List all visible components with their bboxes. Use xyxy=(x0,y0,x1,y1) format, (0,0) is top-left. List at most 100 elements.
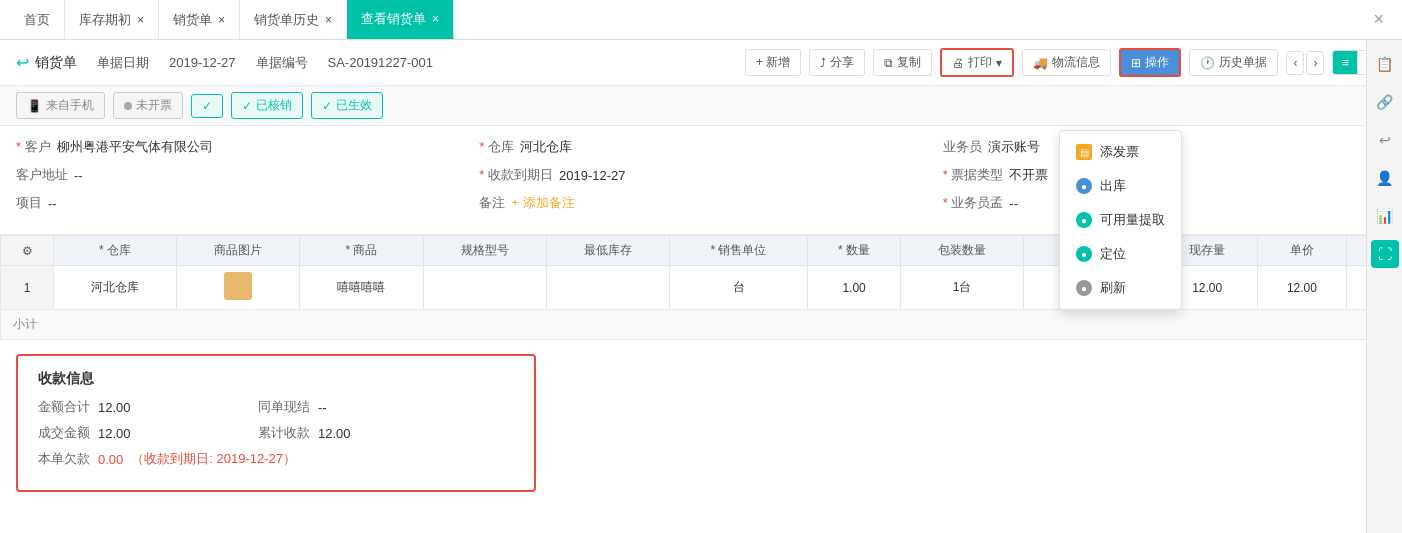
tab-inventory-init[interactable]: 库存期初 × xyxy=(65,0,159,39)
row-image xyxy=(177,266,300,310)
tab-sales-order[interactable]: 销货单 × xyxy=(159,0,240,39)
grid-icon: ⊞ xyxy=(1131,56,1141,70)
col-pkg-qty: 包装数量 xyxy=(901,236,1024,266)
prev-button[interactable]: ‹ xyxy=(1286,51,1304,75)
transaction-item: 成交金额 12.00 xyxy=(38,424,218,442)
subtotal-label: 小计 xyxy=(1,310,1402,340)
doc-title: ↩ 销货单 xyxy=(16,53,77,72)
product-image xyxy=(224,272,252,300)
view-list-button[interactable]: ≡ xyxy=(1333,51,1358,74)
sales-order-icon: ↩ xyxy=(16,53,29,72)
row-price: 12.00 xyxy=(1257,266,1346,310)
doc-title-text: 销货单 xyxy=(35,54,77,72)
outbound-icon: ● xyxy=(1076,178,1092,194)
dropdown-refresh[interactable]: ● 刷新 xyxy=(1060,271,1181,305)
data-table: ⚙ * 仓库 商品图片 * 商品 规格型号 最低库存 * 销售单位 * 数量 包… xyxy=(0,235,1402,340)
phone-icon: 📱 xyxy=(27,99,42,113)
main-content: ↩ 销货单 单据日期 2019-12-27 单据编号 SA-20191227-0… xyxy=(0,40,1402,533)
sidebar-icon-5[interactable]: 📊 xyxy=(1371,202,1399,230)
tab-home[interactable]: 首页 xyxy=(10,0,65,39)
new-button[interactable]: + 新增 xyxy=(745,49,801,76)
customer-value: 柳州粤港平安气体有限公司 xyxy=(57,138,213,156)
sidebar-icon-2[interactable]: 🔗 xyxy=(1371,88,1399,116)
col-image: 商品图片 xyxy=(177,236,300,266)
print-button[interactable]: 🖨 打印 ▾ xyxy=(940,48,1014,77)
operations-dropdown: ▤ 添发票 ● 出库 ● 可用量提取 ● 定位 ● 刷新 xyxy=(1059,130,1182,310)
row-unit: 台 xyxy=(669,266,807,310)
sidebar-icon-3[interactable]: ↩ xyxy=(1371,126,1399,154)
summary-box: 收款信息 金额合计 12.00 同单现结 -- 成交金额 12.00 累计收款 xyxy=(16,354,536,492)
checked-button[interactable]: ✓ xyxy=(191,94,223,118)
row-product: 嘻嘻嘻嘻 xyxy=(300,266,423,310)
tab-close-view[interactable]: × xyxy=(432,12,439,26)
history-button[interactable]: 🕐 历史单据 xyxy=(1189,49,1278,76)
cumulative-value: 12.00 xyxy=(318,426,351,441)
not-opened-button[interactable]: 未开票 xyxy=(113,92,183,119)
tab-close-inventory[interactable]: × xyxy=(137,13,144,27)
note-label: 备注 xyxy=(479,194,505,212)
row-warehouse: 河北仓库 xyxy=(54,266,177,310)
row-qty: 1.00 xyxy=(808,266,901,310)
salesperson2-label: 业务员孟 xyxy=(943,194,1004,212)
same-order-label: 同单现结 xyxy=(258,398,310,416)
next-button[interactable]: › xyxy=(1306,51,1324,75)
note-field: 备注 添加备注 xyxy=(479,194,922,212)
salesperson-value: 演示账号 xyxy=(988,138,1040,156)
address-field: 客户地址 -- xyxy=(16,166,459,184)
warehouse-label: 仓库 xyxy=(479,138,514,156)
share-button[interactable]: ⤴ 分享 xyxy=(809,49,865,76)
sidebar-icon-expand[interactable]: ⛶ xyxy=(1371,240,1399,268)
number-label: 单据编号 xyxy=(256,54,308,72)
right-sidebar: 📋 🔗 ↩ 👤 📊 ⛶ xyxy=(1366,40,1402,533)
tab-close-sales[interactable]: × xyxy=(218,13,225,27)
table-section: ⚙ * 仓库 商品图片 * 商品 规格型号 最低库存 * 销售单位 * 数量 包… xyxy=(0,235,1402,340)
sidebar-icon-1[interactable]: 📋 xyxy=(1371,50,1399,78)
subtotal-row: 小计 xyxy=(1,310,1402,340)
logistics-icon: 🚚 xyxy=(1033,56,1048,70)
dropdown-outbound[interactable]: ● 出库 xyxy=(1060,169,1181,203)
copy-button[interactable]: ⧉ 复制 xyxy=(873,49,932,76)
project-value: -- xyxy=(48,196,57,211)
from-phone-button[interactable]: 📱 来自手机 xyxy=(16,92,105,119)
tab-close-history[interactable]: × xyxy=(325,13,332,27)
cumulative-item: 累计收款 12.00 xyxy=(258,424,438,442)
col-product: * 商品 xyxy=(300,236,423,266)
dropdown-available-qty[interactable]: ● 可用量提取 xyxy=(1060,203,1181,237)
check-icon: ✓ xyxy=(202,99,212,113)
number-value: SA-20191227-001 xyxy=(328,55,434,70)
due-date-hint: （收款到期日: 2019-12-27） xyxy=(131,450,296,468)
customer-label: 客户 xyxy=(16,138,51,156)
dropdown-locate[interactable]: ● 定位 xyxy=(1060,237,1181,271)
col-price: 单价 xyxy=(1257,236,1346,266)
same-order-value: -- xyxy=(318,400,327,415)
already-checked-button[interactable]: ✓ 已核销 xyxy=(231,92,303,119)
transaction-label: 成交金额 xyxy=(38,424,90,442)
already-effective-button[interactable]: ✓ 已生效 xyxy=(311,92,383,119)
sidebar-icon-4[interactable]: 👤 xyxy=(1371,164,1399,192)
warehouse-field: 仓库 河北仓库 xyxy=(479,138,922,156)
not-opened-dot xyxy=(124,102,132,110)
window-close-button[interactable]: × xyxy=(1365,9,1392,30)
summary-row-3: 本单欠款 0.00 （收款到期日: 2019-12-27） xyxy=(38,450,514,468)
project-field: 项目 -- xyxy=(16,194,459,212)
customer-field: 客户 柳州粤港平安气体有限公司 xyxy=(16,138,459,156)
available-qty-icon: ● xyxy=(1076,212,1092,228)
same-order-item: 同单现结 -- xyxy=(258,398,438,416)
tab-sales-history[interactable]: 销货单历史 × xyxy=(240,0,347,39)
date-label: 单据日期 xyxy=(97,54,149,72)
tab-view-sales[interactable]: 查看销货单 × xyxy=(347,0,454,39)
print-icon: 🖨 xyxy=(952,56,964,70)
logistics-button[interactable]: 🚚 物流信息 xyxy=(1022,49,1111,76)
col-qty: * 数量 xyxy=(808,236,901,266)
transaction-value: 12.00 xyxy=(98,426,131,441)
dropdown-add-invoice[interactable]: ▤ 添发票 xyxy=(1060,135,1181,169)
effective-icon: ✓ xyxy=(322,99,332,113)
operations-button[interactable]: ⊞ 操作 xyxy=(1119,48,1181,77)
summary-section: 收款信息 金额合计 12.00 同单现结 -- 成交金额 12.00 累计收款 xyxy=(0,340,1402,506)
address-value: -- xyxy=(74,168,83,183)
arrears-value: 0.00 xyxy=(98,452,123,467)
doc-actions: + 新增 ⤴ 分享 ⧉ 复制 🖨 打印 ▾ 🚚 物流信息 ⊞ 操作 xyxy=(745,48,1386,77)
history-icon: 🕐 xyxy=(1200,56,1215,70)
add-note-button[interactable]: 添加备注 xyxy=(511,194,574,212)
doc-meta: 单据日期 2019-12-27 单据编号 SA-20191227-001 xyxy=(97,54,433,72)
